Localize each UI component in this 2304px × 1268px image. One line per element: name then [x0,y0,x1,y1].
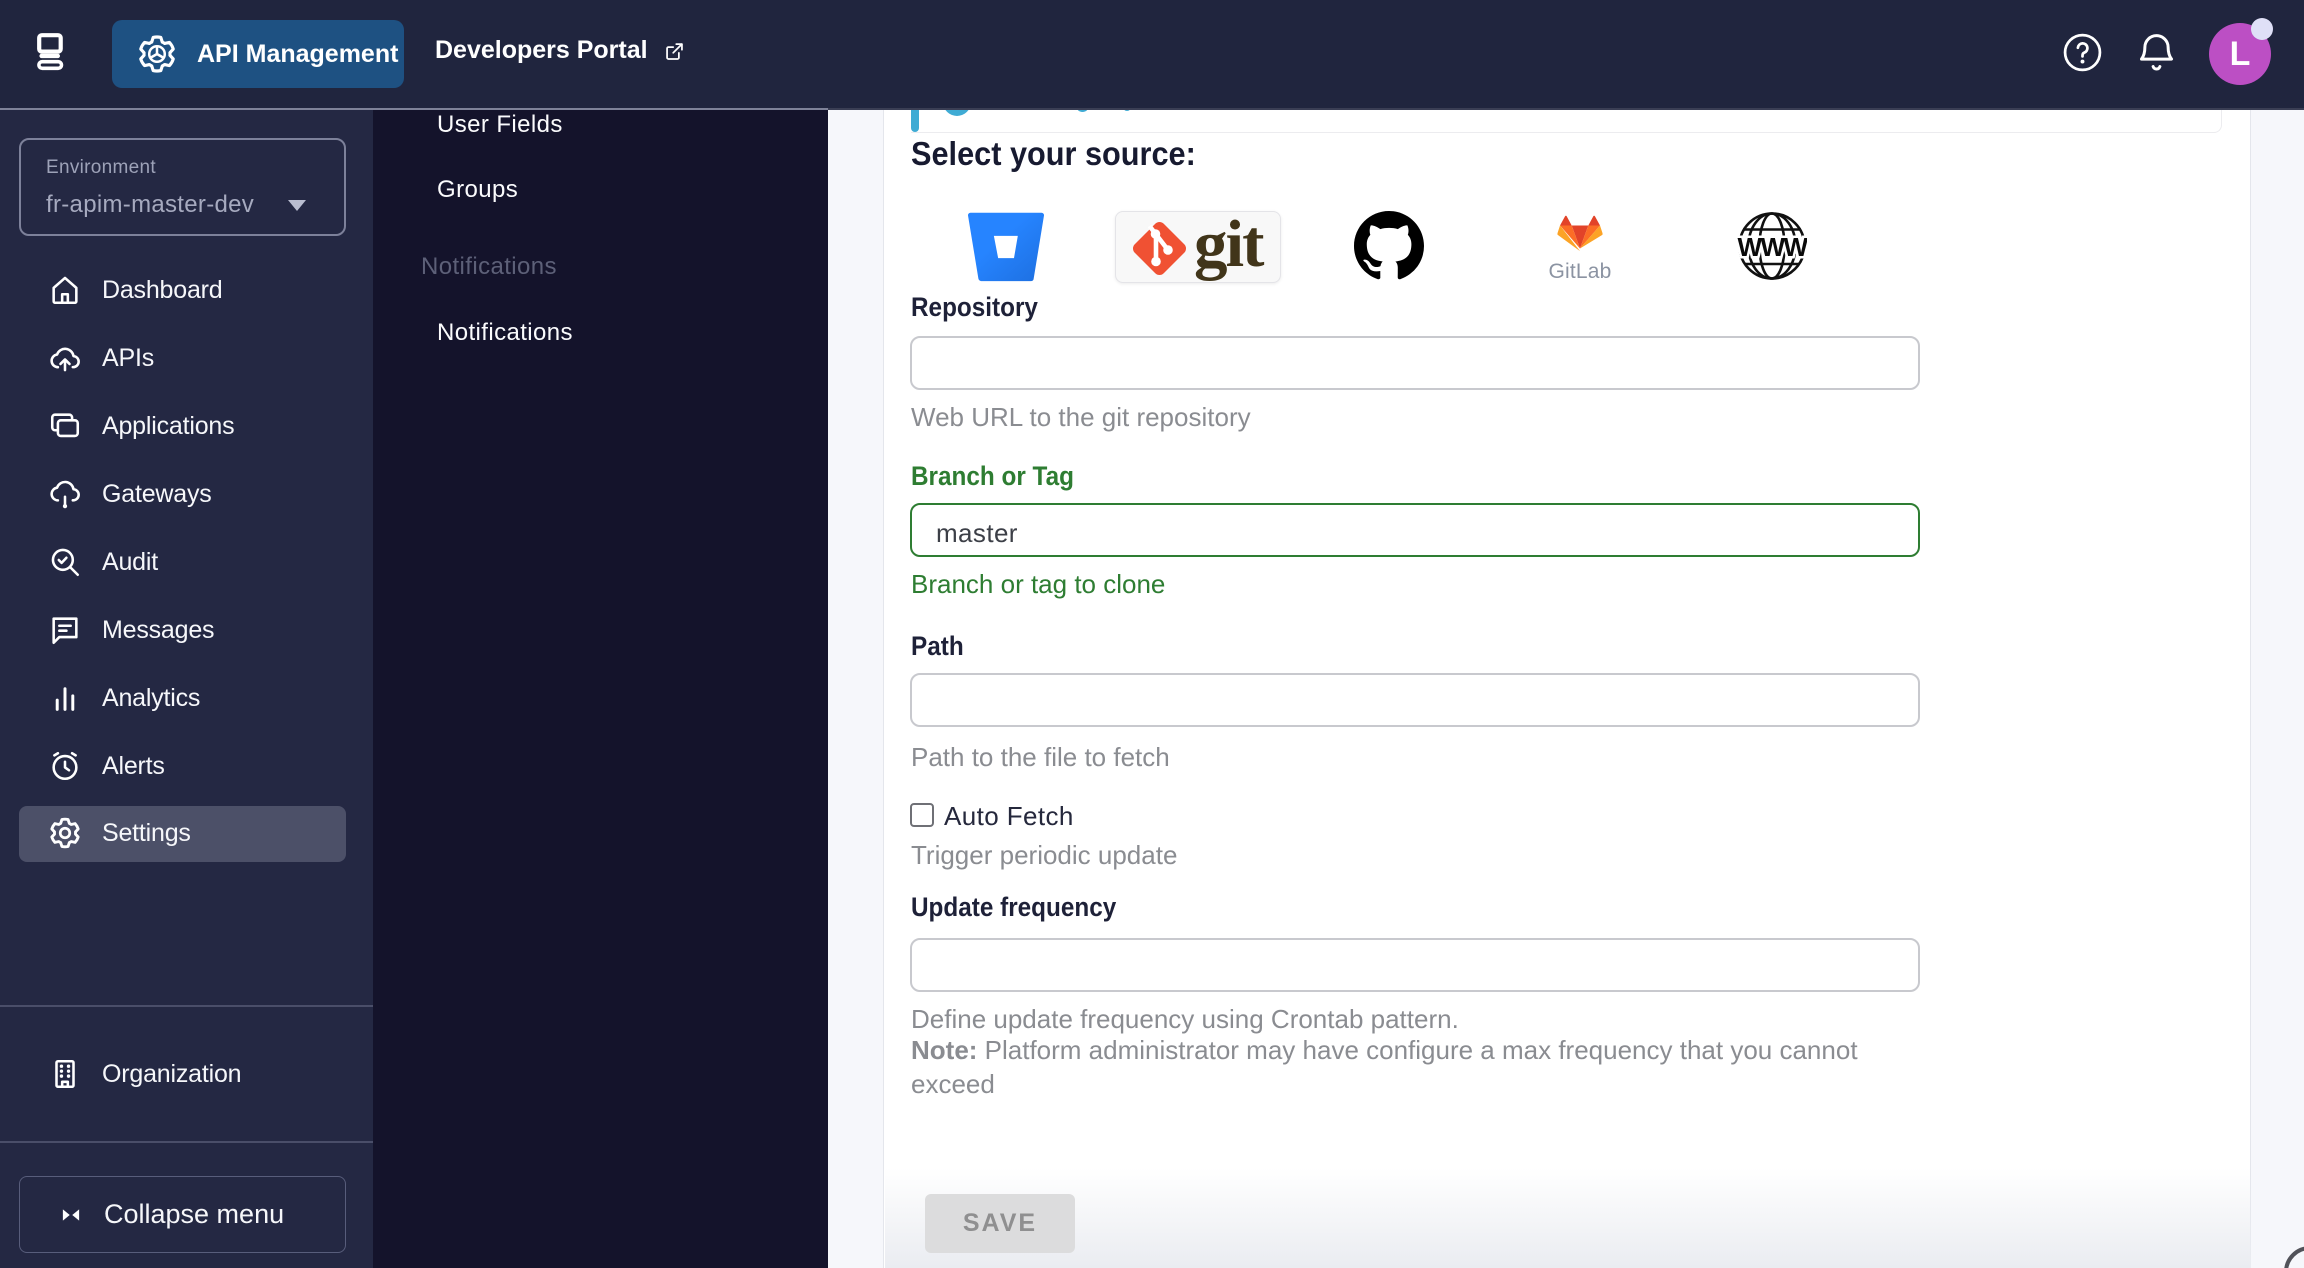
svg-text:WWW: WWW [1737,232,1807,262]
